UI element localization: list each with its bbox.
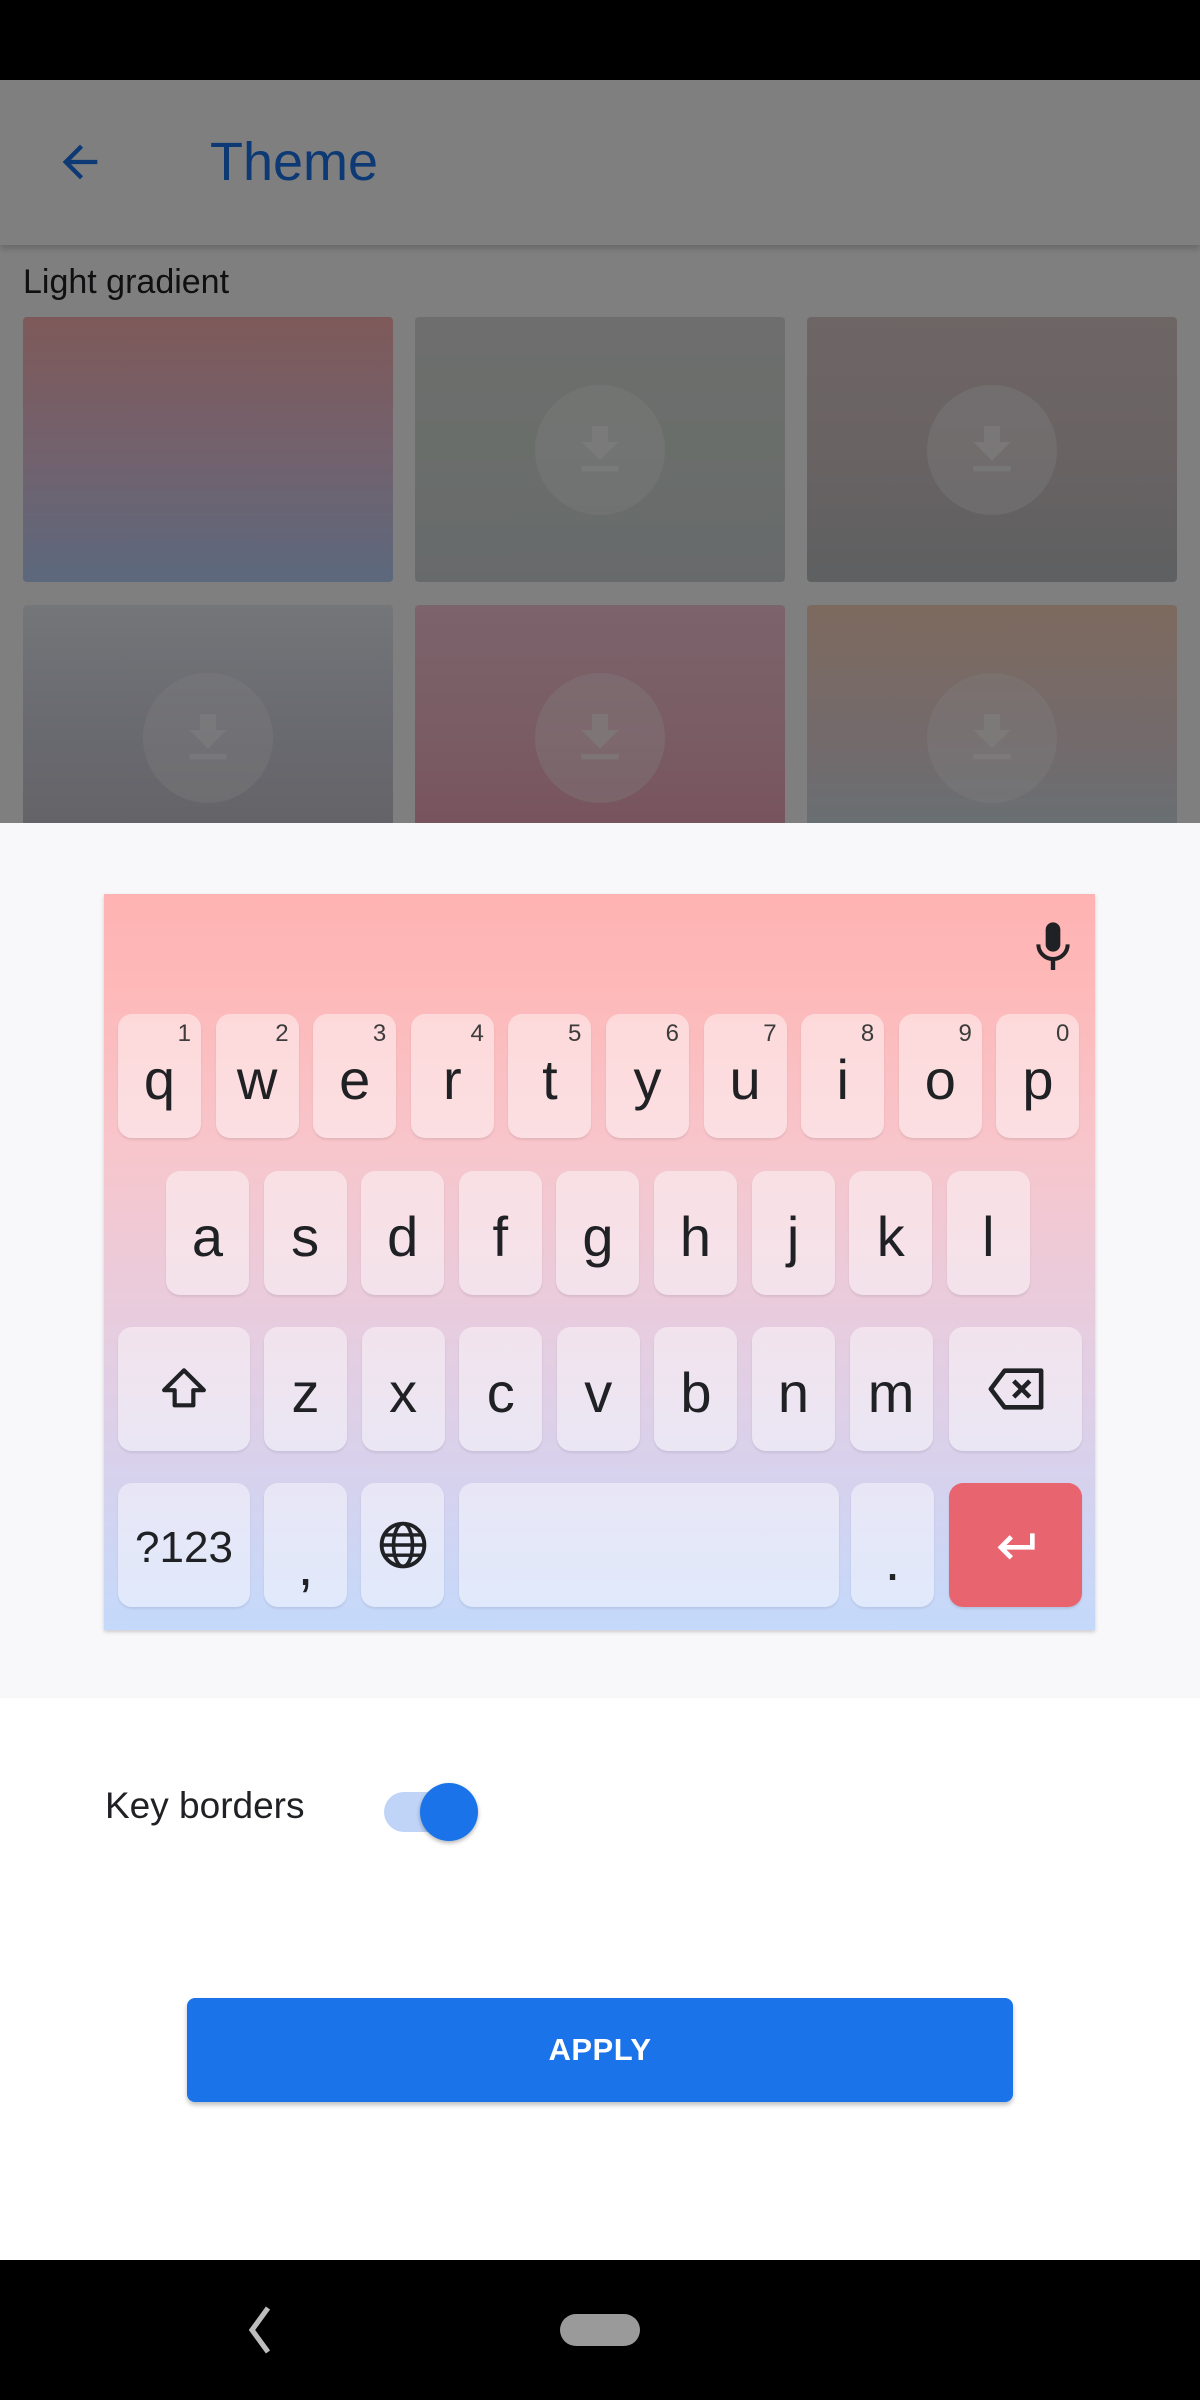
- key-label: u: [729, 1047, 761, 1111]
- key-label: r: [442, 1047, 462, 1111]
- key-label: .: [884, 1528, 901, 1592]
- theme-preview-sheet: q 1 w 2 e 3 r 4 t 5 y 6 u 7 i 8 o 9 p 0 a s d f g h j k l z x c v b n m ?123…: [0, 823, 1200, 2260]
- shift-key[interactable]: [118, 1327, 250, 1451]
- toggle-thumb: [420, 1783, 478, 1841]
- key-label: n: [777, 1360, 810, 1424]
- key-hint: 7: [763, 1020, 777, 1047]
- key-k[interactable]: k: [849, 1171, 933, 1295]
- key-b[interactable]: b: [654, 1327, 738, 1451]
- enter-icon: [997, 1533, 1035, 1560]
- status-bar: [0, 0, 1200, 80]
- key-e[interactable]: e3: [313, 1014, 397, 1138]
- key-label: m: [867, 1360, 915, 1424]
- key-label: g: [582, 1204, 614, 1268]
- space-key[interactable]: [459, 1483, 839, 1607]
- shift-icon: [162, 1368, 206, 1408]
- key-borders-toggle[interactable]: [380, 1776, 480, 1841]
- navigation-bar: [0, 2260, 1200, 2400]
- key-hint: 3: [372, 1020, 387, 1047]
- key-hint: 4: [470, 1020, 484, 1047]
- enter-key[interactable]: [949, 1483, 1082, 1607]
- key-label: ,: [297, 1533, 314, 1597]
- backspace-icon: [988, 1368, 1043, 1410]
- key-label: l: [982, 1204, 995, 1268]
- key-label: i: [836, 1047, 849, 1111]
- key-label: d: [387, 1204, 419, 1268]
- key-v[interactable]: v: [556, 1327, 640, 1451]
- key-l[interactable]: l: [946, 1171, 1030, 1295]
- key-label: v: [584, 1360, 613, 1424]
- key-x[interactable]: x: [361, 1327, 445, 1451]
- nav-home-pill[interactable]: [560, 2314, 640, 2346]
- key-hint: 9: [958, 1020, 972, 1047]
- key-hint: 6: [665, 1020, 679, 1047]
- microphone-icon: [1036, 922, 1070, 970]
- key-g[interactable]: g: [556, 1171, 640, 1295]
- backspace-key[interactable]: [949, 1327, 1082, 1451]
- key-label: s: [291, 1204, 320, 1268]
- key-hint: 5: [568, 1020, 582, 1047]
- key-label: h: [679, 1204, 712, 1268]
- key-borders-row[interactable]: Key borders: [0, 1698, 1200, 1914]
- symbols-key[interactable]: ?123: [118, 1483, 250, 1607]
- language-key[interactable]: [361, 1483, 444, 1607]
- key-label: ?123: [135, 1523, 233, 1572]
- comma-key[interactable]: ,: [264, 1483, 347, 1607]
- key-r[interactable]: r4: [410, 1014, 494, 1138]
- key-label: q: [143, 1047, 176, 1111]
- key-i[interactable]: i8: [801, 1014, 885, 1138]
- key-w[interactable]: w2: [215, 1014, 299, 1138]
- key-c[interactable]: c: [459, 1327, 543, 1451]
- key-a[interactable]: a: [166, 1171, 249, 1295]
- key-label: b: [680, 1360, 712, 1424]
- key-p[interactable]: p0: [996, 1014, 1080, 1138]
- key-hint: 8: [860, 1020, 875, 1047]
- key-t[interactable]: t5: [508, 1014, 592, 1138]
- scrim-overlay[interactable]: [0, 80, 1200, 823]
- key-label: y: [633, 1047, 662, 1111]
- key-label: f: [492, 1204, 509, 1268]
- key-hint: 0: [1056, 1020, 1070, 1047]
- key-z[interactable]: z: [264, 1327, 347, 1451]
- period-key[interactable]: .: [851, 1483, 934, 1607]
- key-label: a: [191, 1204, 224, 1268]
- key-s[interactable]: s: [263, 1171, 347, 1295]
- key-label: x: [389, 1360, 418, 1424]
- apply-button[interactable]: APPLY: [187, 1998, 1013, 2102]
- key-d[interactable]: d: [361, 1171, 445, 1295]
- key-j[interactable]: j: [751, 1171, 835, 1295]
- key-m[interactable]: m: [849, 1327, 933, 1451]
- key-label: w: [236, 1047, 278, 1111]
- key-h[interactable]: h: [654, 1171, 737, 1295]
- key-label: e: [339, 1047, 371, 1111]
- globe-icon: [379, 1521, 426, 1569]
- key-label: t: [542, 1047, 558, 1111]
- key-q[interactable]: q1: [118, 1014, 201, 1138]
- key-label: c: [486, 1360, 515, 1424]
- theme-page-background: Theme Light gradient: [0, 80, 1200, 823]
- key-label: o: [924, 1047, 956, 1111]
- key-o[interactable]: o9: [898, 1014, 982, 1138]
- key-label: k: [876, 1204, 905, 1268]
- key-f[interactable]: f: [458, 1171, 542, 1295]
- key-label: j: [786, 1204, 800, 1268]
- key-hint: 1: [177, 1020, 191, 1047]
- keyboard-preview: q 1 w 2 e 3 r 4 t 5 y 6 u 7 i 8 o 9 p 0 a s d f g h j k l z x c v b n m ?123…: [104, 894, 1095, 1630]
- key-y[interactable]: y6: [606, 1014, 689, 1138]
- preview-area: q 1 w 2 e 3 r 4 t 5 y 6 u 7 i 8 o 9 p 0 a s d f g h j k l z x c v b n m ?123…: [0, 823, 1200, 1698]
- key-n[interactable]: n: [752, 1327, 835, 1451]
- key-hint: 2: [275, 1020, 289, 1047]
- key-label: p: [1022, 1047, 1054, 1111]
- key-u[interactable]: u7: [703, 1014, 787, 1138]
- key-borders-label: Key borders: [105, 1785, 305, 1826]
- key-label: z: [291, 1360, 320, 1424]
- nav-back-icon[interactable]: [240, 2302, 280, 2358]
